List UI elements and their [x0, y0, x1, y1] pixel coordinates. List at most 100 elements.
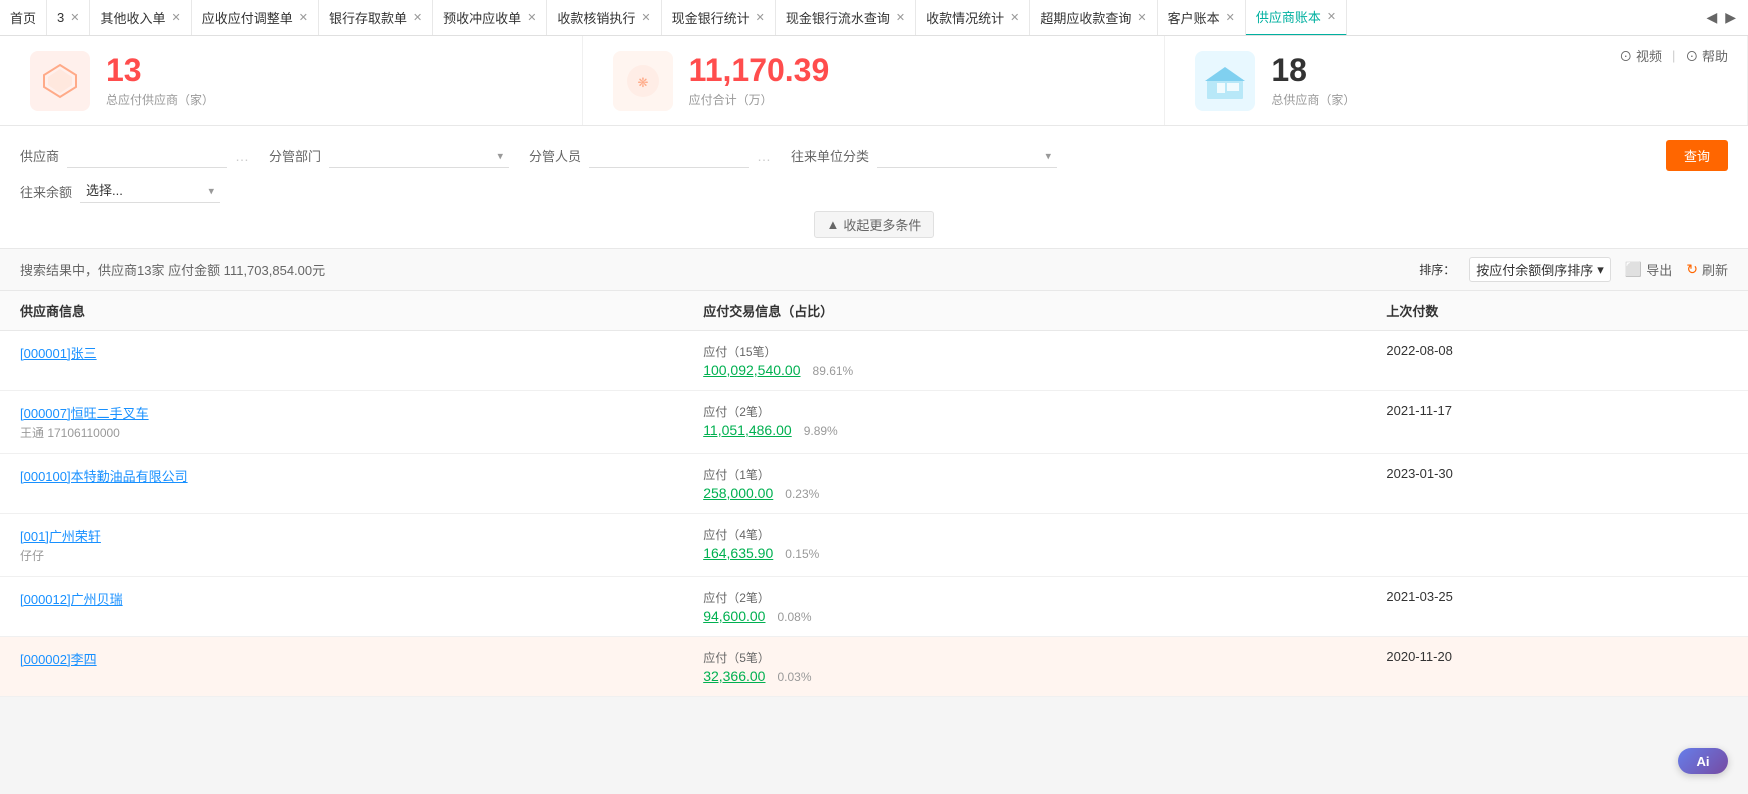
nav-tab-3-label: 3 — [57, 10, 64, 25]
nav-tab-collection-exec[interactable]: 收款核销执行 ✕ — [547, 0, 661, 36]
supplier-info-6: [000002]李四 — [20, 649, 703, 668]
supplier-link-3[interactable]: [000100]本特勤油品有限公司 — [20, 466, 703, 485]
tx-row-4: 164,635.90 0.15% — [703, 543, 1386, 561]
tx-amount-6[interactable]: 32,366.00 — [703, 668, 765, 684]
supplier-link-6[interactable]: [000002]李四 — [20, 649, 703, 668]
supplier-link-1[interactable]: [000001]张三 — [20, 343, 703, 362]
nav-tab-home[interactable]: 首页 — [0, 0, 47, 36]
video-link[interactable]: ⊙ 视频 — [1619, 46, 1662, 65]
result-summary-text: 搜索结果中，供应商13家 应付金额 111,703,854.00元 — [20, 260, 325, 279]
table-row: [000002]李四 应付（5笔） 32,366.00 0.03% 2020-1… — [0, 637, 1748, 697]
nav-tab-ap-adjust[interactable]: 应收应付调整单 ✕ — [192, 0, 319, 36]
nav-tab-cash-bank-flow[interactable]: 现金银行流水查询 ✕ — [776, 0, 916, 36]
sort-label: 排序： — [1419, 261, 1455, 278]
table-row: [000012]广州贝瑞 应付（2笔） 94,600.00 0.08% 2021… — [0, 577, 1748, 637]
nav-tab-overdue-query[interactable]: 超期应收款查询 ✕ — [1030, 0, 1157, 36]
tx-amount-3[interactable]: 258,000.00 — [703, 485, 773, 501]
supplier-table: 供应商信息 应付交易信息（占比） 上次付数 [000001]张三 应付（15笔）… — [0, 291, 1748, 697]
tx-percent-2: 9.89% — [804, 424, 838, 438]
tx-label-2: 应付（2笔） — [703, 403, 1386, 420]
help-link[interactable]: ⊙ 帮助 — [1685, 46, 1728, 65]
refresh-icon: ↻ — [1686, 261, 1698, 278]
dept-label: 分管部门 — [269, 146, 321, 165]
nav-tab-overdue-query-close[interactable]: ✕ — [1137, 11, 1146, 24]
supplier-link-4[interactable]: [001]广州荣轩 — [20, 526, 703, 545]
sort-chevron-icon: ▾ — [1597, 262, 1604, 278]
summary-bar: 13 总应付供应商（家） ❋ 11,170.39 应付合计（万） 18 总 — [0, 36, 1748, 126]
nav-tab-supplier-account[interactable]: 供应商账本 ✕ — [1246, 0, 1347, 36]
last-payment-date-1: 2022-08-08 — [1386, 343, 1453, 358]
nav-tab-home-label: 首页 — [10, 8, 36, 27]
collapse-button[interactable]: ▲ 收起更多条件 — [814, 211, 935, 238]
dept-select-wrap: ▾ — [329, 144, 509, 168]
tx-amount-1[interactable]: 100,092,540.00 — [703, 362, 800, 378]
nav-tab-bank-deposit-close[interactable]: ✕ — [413, 11, 422, 24]
nav-tab-supplier-account-label: 供应商账本 — [1256, 7, 1321, 26]
nav-tab-ap-adjust-close[interactable]: ✕ — [299, 11, 308, 24]
total-suppliers-count: 18 — [1271, 53, 1355, 88]
nav-prev-arrow[interactable]: ◀ — [1702, 9, 1721, 26]
nav-tab-cash-bank-stat-close[interactable]: ✕ — [756, 11, 765, 24]
supplier-dots[interactable]: … — [235, 148, 249, 164]
summary-text-total-suppliers: 18 总供应商（家） — [1271, 53, 1355, 107]
nav-tab-bank-deposit[interactable]: 银行存取款单 ✕ — [319, 0, 433, 36]
nav-tab-supplier-account-close[interactable]: ✕ — [1327, 10, 1336, 23]
table-row: [000100]本特勤油品有限公司 应付（1笔） 258,000.00 0.23… — [0, 454, 1748, 514]
supplier-link-2[interactable]: [000007]恒旺二手叉车 — [20, 403, 703, 422]
filter-area: 供应商 … 分管部门 ▾ 分管人员 … 往来单位分类 ▾ — [0, 126, 1748, 249]
category-label: 往来单位分类 — [791, 146, 869, 165]
ai-badge[interactable]: Ai — [1678, 748, 1728, 774]
nav-tab-other-income[interactable]: 其他收入单 ✕ — [90, 0, 191, 36]
collapse-icon: ▲ — [827, 217, 840, 232]
table-row: [001]广州荣轩 仔仔 应付（4笔） 164,635.90 0.15% — [0, 514, 1748, 577]
nav-tab-cash-bank-flow-close[interactable]: ✕ — [896, 11, 905, 24]
link-divider: | — [1672, 48, 1675, 63]
nav-tab-prepay-write-off[interactable]: 预收冲应收单 ✕ — [433, 0, 547, 36]
nav-tab-cash-bank-stat[interactable]: 现金银行统计 ✕ — [662, 0, 776, 36]
dept-select[interactable] — [329, 144, 509, 168]
tx-amount-5[interactable]: 94,600.00 — [703, 608, 765, 624]
sort-select[interactable]: 按应付余额倒序排序 ▾ — [1469, 257, 1611, 282]
nav-tab-prepay-write-off-close[interactable]: ✕ — [527, 11, 536, 24]
export-button[interactable]: ⬜ 导出 — [1625, 260, 1672, 279]
balance-select[interactable]: 选择... — [80, 179, 220, 203]
sort-value: 按应付余额倒序排序 — [1476, 260, 1593, 279]
supplier-link-5[interactable]: [000012]广州贝瑞 — [20, 589, 703, 608]
nav-next-arrow[interactable]: ▶ — [1721, 9, 1740, 26]
tx-percent-5: 0.08% — [777, 610, 811, 624]
top-navigation: 首页 3 ✕ 其他收入单 ✕ 应收应付调整单 ✕ 银行存取款单 ✕ 预收冲应收单… — [0, 0, 1748, 36]
last-payment-date-5: 2021-03-25 — [1386, 589, 1453, 604]
nav-tab-customer-account-close[interactable]: ✕ — [1226, 11, 1235, 24]
category-select[interactable] — [877, 144, 1057, 168]
payable-suppliers-label: 总应付供应商（家） — [106, 91, 214, 108]
nav-tab-collection-stat[interactable]: 收款情况统计 ✕ — [916, 0, 1030, 36]
supplier-input[interactable] — [67, 144, 227, 168]
tx-percent-4: 0.15% — [785, 547, 819, 561]
person-dots[interactable]: … — [757, 148, 771, 164]
nav-tab-customer-account[interactable]: 客户账本 ✕ — [1158, 0, 1246, 36]
nav-tab-collection-stat-close[interactable]: ✕ — [1010, 11, 1019, 24]
tx-amount-2[interactable]: 11,051,486.00 — [703, 422, 792, 438]
tx-row-2: 11,051,486.00 9.89% — [703, 420, 1386, 438]
person-input[interactable] — [589, 144, 749, 168]
nav-tab-collection-stat-label: 收款情况统计 — [926, 8, 1004, 27]
supplier-info-2: [000007]恒旺二手叉车 王通 17106110000 — [20, 403, 703, 441]
query-button[interactable]: 查询 — [1666, 140, 1728, 171]
supplier-sub-2: 王通 17106110000 — [20, 424, 703, 441]
result-bar: 搜索结果中，供应商13家 应付金额 111,703,854.00元 排序： 按应… — [0, 249, 1748, 291]
tx-amount-4[interactable]: 164,635.90 — [703, 545, 773, 561]
tx-label-5: 应付（2笔） — [703, 589, 1386, 606]
tx-row-1: 100,092,540.00 89.61% — [703, 360, 1386, 378]
balance-select-wrap: 选择... ▾ — [80, 179, 220, 203]
nav-tab-other-income-close[interactable]: ✕ — [171, 11, 180, 24]
supplier-info-1: [000001]张三 — [20, 343, 703, 362]
nav-tab-3[interactable]: 3 ✕ — [47, 0, 90, 36]
ap-total-value: 11,170.39 — [689, 53, 830, 88]
th-tx-info: 应付交易信息（占比） — [703, 301, 1386, 320]
nav-tab-ap-adjust-label: 应收应付调整单 — [202, 8, 293, 27]
refresh-button[interactable]: ↻ 刷新 — [1686, 260, 1728, 279]
nav-tab-collection-exec-close[interactable]: ✕ — [641, 11, 650, 24]
th-supplier-info: 供应商信息 — [20, 301, 703, 320]
tx-info-1: 应付（15笔） 100,092,540.00 89.61% — [703, 343, 1386, 378]
nav-tab-3-close[interactable]: ✕ — [70, 11, 79, 24]
